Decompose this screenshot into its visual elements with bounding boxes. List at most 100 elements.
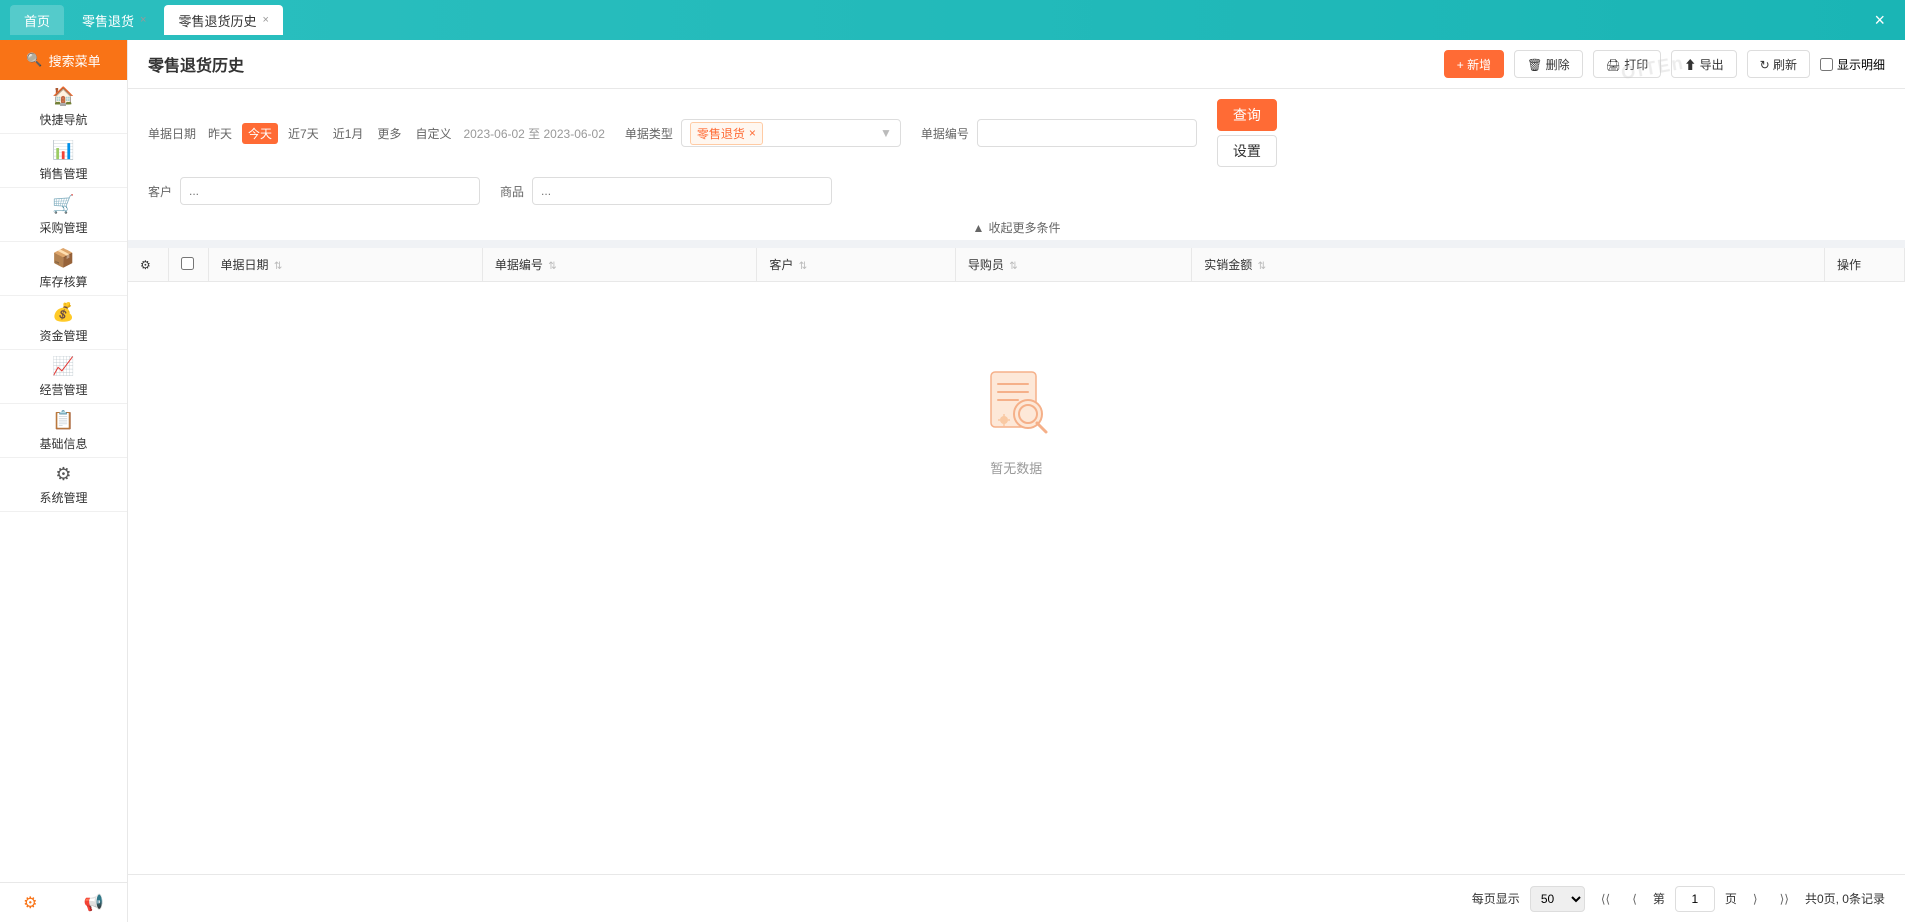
operations-icon: 📈 <box>52 356 74 377</box>
tab-retail-return-history[interactable]: 零售退货历史 × <box>164 5 282 35</box>
table-body: 暂无数据 <box>128 282 1905 558</box>
sidebar-item-basic-info[interactable]: 📋 基础信息 <box>0 404 127 458</box>
doc-type-filter-group: 单据类型 零售退货 × ▼ <box>625 119 901 147</box>
th-date-label: 单据日期 <box>221 258 269 272</box>
page-title: 零售退货历史 <box>148 52 244 86</box>
date-btn-yesterday[interactable]: 昨天 <box>204 123 236 144</box>
page-prev-button[interactable]: ⟨ <box>1626 890 1643 908</box>
query-button[interactable]: 查询 <box>1217 99 1277 131</box>
empty-text: 暂无数据 <box>990 458 1042 477</box>
collapse-bar[interactable]: ▲ 收起更多条件 <box>148 215 1885 240</box>
collapse-icon: ▲ <box>973 221 985 235</box>
date-btn-7days[interactable]: 近7天 <box>284 123 323 144</box>
inventory-icon: 📦 <box>52 248 74 269</box>
th-customer[interactable]: 客户 ⇅ <box>757 248 956 282</box>
doc-number-input[interactable] <box>977 119 1197 147</box>
doc-type-selected-values: 零售退货 × <box>690 122 763 145</box>
th-number-sort-icon: ⇅ <box>548 261 556 272</box>
select-all-checkbox[interactable] <box>181 257 194 270</box>
collapse-label: 收起更多条件 <box>988 219 1060 236</box>
customer-label: 客户 <box>148 183 172 200</box>
tab-home-label: 首页 <box>24 11 50 30</box>
settings-button[interactable]: 设置 <box>1217 135 1277 167</box>
show-detail-checkbox[interactable] <box>1820 58 1833 71</box>
new-button[interactable]: + 新增 <box>1444 50 1504 78</box>
date-btn-custom[interactable]: 自定义 <box>411 123 455 144</box>
page-first-button[interactable]: ⟨⟨ <box>1595 890 1616 908</box>
filter-row-1: 单据日期 昨天 今天 近7天 近1月 更多 自定义 2023-06-02 至 2… <box>148 99 1885 167</box>
th-amount[interactable]: 实销金额 ⇅ <box>1192 248 1825 282</box>
th-settings[interactable]: ⚙ <box>128 248 168 282</box>
tab-list: 首页 零售退货 × 零售退货历史 × <box>10 5 1864 35</box>
empty-state: 暂无数据 <box>128 282 1905 557</box>
customer-filter-group: 客户 <box>148 177 480 205</box>
page-last-button[interactable]: ⟩⟩ <box>1774 890 1795 908</box>
th-date-sort-icon: ⇅ <box>274 261 282 272</box>
th-date[interactable]: 单据日期 ⇅ <box>208 248 482 282</box>
page-size-select[interactable]: 10 20 50 100 <box>1530 886 1585 912</box>
sales-icon: 📊 <box>52 140 74 161</box>
delete-button[interactable]: 🗑 删除 <box>1514 50 1583 78</box>
top-bar: 首页 零售退货 × 零售退货历史 × × <box>0 0 1905 40</box>
sidebar-nav: 🏠 快捷导航 📊 销售管理 🛒 采购管理 📦 库存核算 💰 资金管理 📈 <box>0 80 127 882</box>
print-button[interactable]: 🖨 打印 <box>1593 50 1662 78</box>
th-actions: 操作 <box>1825 248 1905 282</box>
quick-nav-icon: 🏠 <box>52 86 74 107</box>
customer-input[interactable] <box>180 177 480 205</box>
sidebar-settings-button[interactable]: ⚙ <box>23 893 37 913</box>
date-filter-group: 单据日期 昨天 今天 近7天 近1月 更多 自定义 2023-06-02 至 2… <box>148 123 605 144</box>
sidebar-item-quick-nav[interactable]: 🏠 快捷导航 <box>0 80 127 134</box>
show-detail-label[interactable]: 显示明细 <box>1820 56 1885 73</box>
date-btn-today[interactable]: 今天 <box>242 123 278 144</box>
window-close-button[interactable]: × <box>1864 10 1895 31</box>
sidebar-search[interactable]: 🔍 搜索菜单 <box>0 40 127 80</box>
th-checkbox[interactable] <box>168 248 208 282</box>
tab-home[interactable]: 首页 <box>10 5 64 35</box>
th-number[interactable]: 单据编号 ⇅ <box>482 248 756 282</box>
tab-retail-return[interactable]: 零售退货 × <box>68 5 160 35</box>
th-amount-sort-icon: ⇅ <box>1258 261 1266 272</box>
sidebar-item-system-label: 系统管理 <box>39 489 87 506</box>
sidebar-item-basic-info-label: 基础信息 <box>39 435 87 452</box>
th-number-label: 单据编号 <box>495 258 543 272</box>
tab-retail-return-label: 零售退货 <box>82 11 134 30</box>
table-container: ⚙ 单据日期 ⇅ 单据编号 ⇅ <box>128 248 1905 874</box>
goods-input[interactable] <box>532 177 832 205</box>
date-range-display: 2023-06-02 至 2023-06-02 <box>463 125 604 142</box>
settings-icon: ⚙ <box>140 258 151 272</box>
export-button[interactable]: ⬆ 导出 <box>1671 50 1736 78</box>
doc-type-select[interactable]: 零售退货 × ▼ <box>681 119 901 147</box>
date-btn-1month[interactable]: 近1月 <box>329 123 368 144</box>
doc-type-tag-remove[interactable]: × <box>749 126 756 140</box>
empty-illustration <box>976 362 1056 442</box>
th-guide[interactable]: 导购员 ⇅ <box>955 248 1191 282</box>
sidebar-item-inventory[interactable]: 📦 库存核算 <box>0 242 127 296</box>
filter-row-2: 客户 商品 <box>148 177 1885 205</box>
action-buttons: 查询 设置 <box>1217 99 1277 167</box>
tab-retail-return-history-close[interactable]: × <box>262 14 268 26</box>
sidebar-item-finance[interactable]: 💰 资金管理 <box>0 296 127 350</box>
main-layout: 🔍 搜索菜单 🏠 快捷导航 📊 销售管理 🛒 采购管理 📦 库存核算 💰 <box>0 40 1905 922</box>
doc-number-filter-group: 单据编号 <box>921 119 1197 147</box>
purchase-icon: 🛒 <box>52 194 74 215</box>
sidebar-item-system-mgmt[interactable]: ⚙ 系统管理 <box>0 458 127 512</box>
system-icon: ⚙ <box>55 464 71 485</box>
page-label-pre: 第 <box>1653 890 1665 907</box>
date-btn-more[interactable]: 更多 <box>373 123 405 144</box>
sidebar-speaker-button[interactable]: 📢 <box>84 893 104 913</box>
doc-type-dropdown-icon: ▼ <box>880 126 892 140</box>
page-size-label: 每页显示 <box>1472 890 1520 907</box>
doc-type-tag: 零售退货 × <box>690 122 763 145</box>
tab-retail-return-close[interactable]: × <box>140 14 146 26</box>
sidebar-item-sales-mgmt[interactable]: 📊 销售管理 <box>0 134 127 188</box>
page-number-input[interactable]: 1 <box>1675 886 1715 912</box>
sidebar-item-operations[interactable]: 📈 经营管理 <box>0 350 127 404</box>
th-customer-label: 客户 <box>769 258 793 272</box>
goods-filter-group: 商品 <box>500 177 832 205</box>
sidebar-item-purchase-mgmt[interactable]: 🛒 采购管理 <box>0 188 127 242</box>
refresh-button[interactable]: ↻ 刷新 <box>1747 50 1810 78</box>
page-next-button[interactable]: ⟩ <box>1747 890 1764 908</box>
data-table: ⚙ 单据日期 ⇅ 单据编号 ⇅ <box>128 248 1905 557</box>
sidebar-item-purchase-label: 采购管理 <box>39 219 87 236</box>
sidebar-item-operations-label: 经营管理 <box>39 381 87 398</box>
